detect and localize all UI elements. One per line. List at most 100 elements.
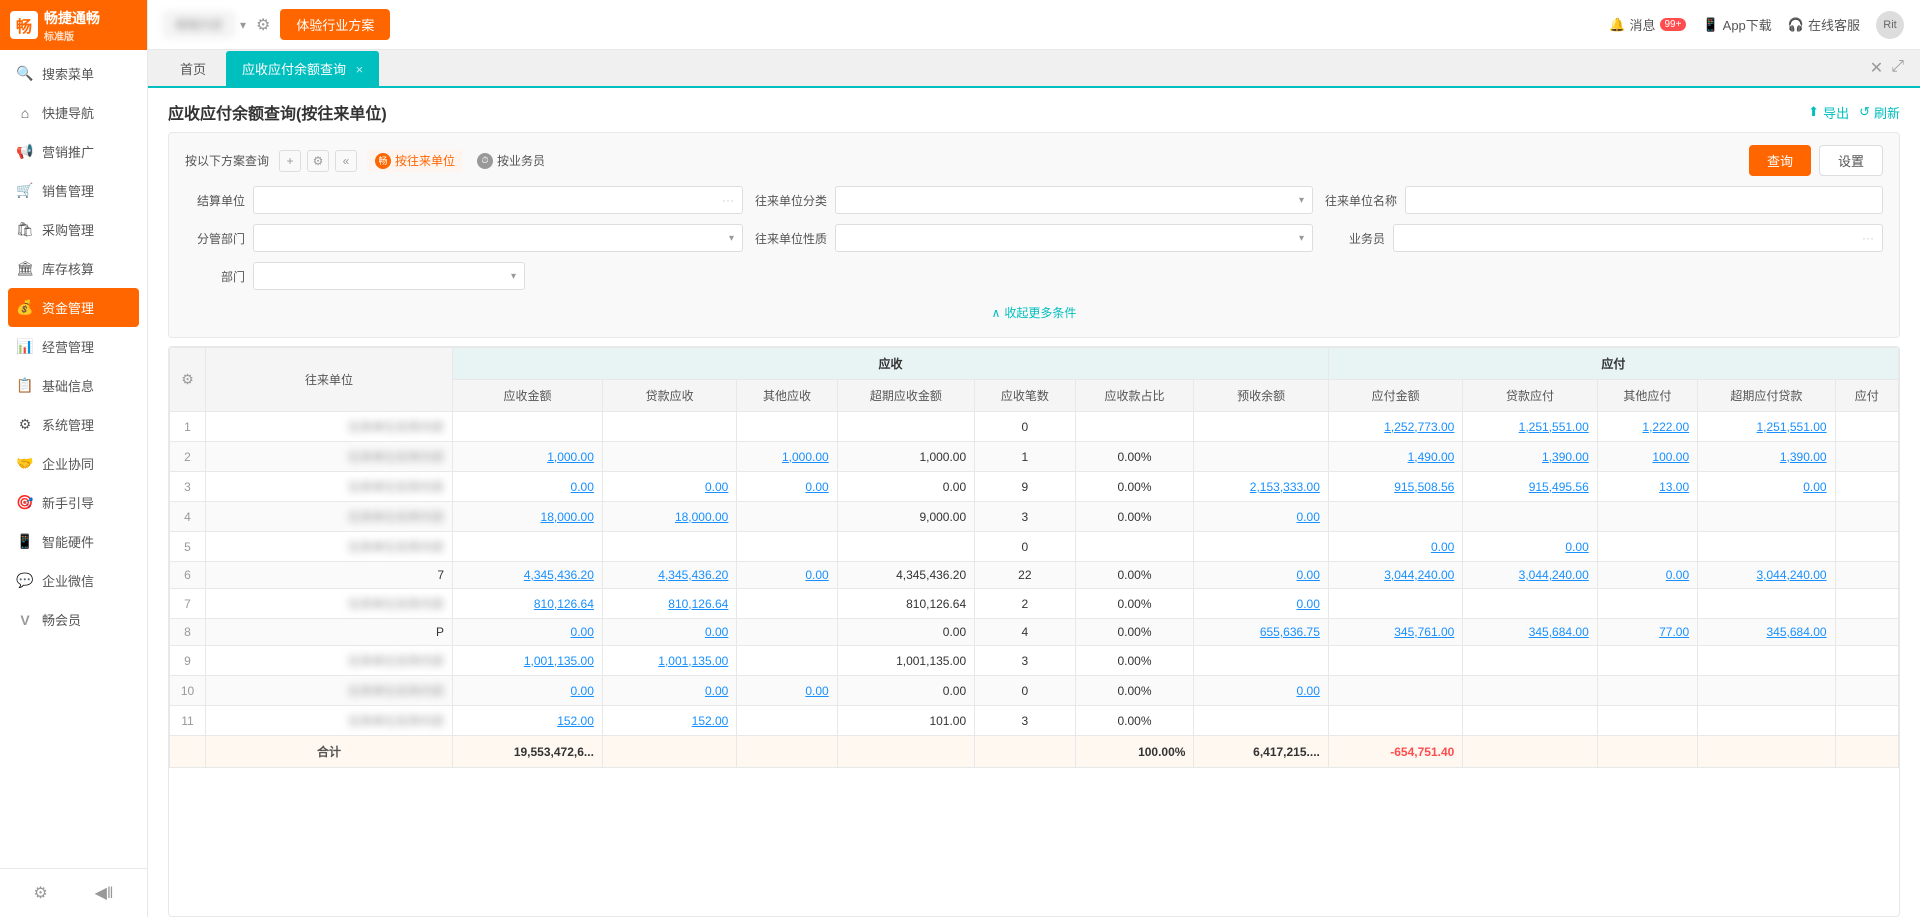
filter-add-btn[interactable]: + [279,150,301,172]
table-cell[interactable]: 0.00 [602,619,736,646]
table-cell[interactable]: 1,222.00 [1597,412,1697,442]
sidebar-collapse-btn[interactable]: ◀‖ [91,879,118,907]
table-cell[interactable]: 152.00 [453,706,603,736]
sidebar-item-member[interactable]: V 畅会员 [0,600,147,639]
export-button[interactable]: ⬆ 导出 [1808,103,1849,122]
sidebar-item-inventory[interactable]: 🏛 库存核算 [0,249,147,288]
table-cell[interactable]: 655,636.75 [1194,619,1328,646]
table-cell[interactable]: 0.00 [737,472,837,502]
table-cell[interactable]: 0.00 [1328,532,1462,562]
table-cell[interactable]: 1,001,135.00 [602,646,736,676]
footer-prepay[interactable]: 6,417,215.... [1194,736,1328,768]
table-cell[interactable]: 0.00 [1463,532,1597,562]
table-cell[interactable]: 810,126.64 [602,589,736,619]
table-cell[interactable]: 915,495.56 [1463,472,1597,502]
table-cell[interactable]: 0.00 [602,472,736,502]
table-cell[interactable]: 1,252,773.00 [1328,412,1462,442]
table-cell[interactable]: 1,390.00 [1698,442,1835,472]
table-cell[interactable]: 0.00 [737,562,837,589]
filter-collapse-btn[interactable]: « [335,150,357,172]
sidebar-item-finance[interactable]: 💰 资金管理 [8,288,139,327]
scheme-partner[interactable]: 畅 按往来单位 [367,149,463,172]
table-cell[interactable]: 810,126.64 [453,589,603,619]
sidebar-item-wechat[interactable]: 💬 企业微信 [0,561,147,600]
online-service-button[interactable]: 🎧 在线客服 [1788,15,1860,34]
filter-collapse-btn[interactable]: ∧ 收起更多条件 [185,300,1883,325]
table-cell[interactable]: 18,000.00 [453,502,603,532]
table-cell[interactable]: 1,001,135.00 [453,646,603,676]
table-cell[interactable]: 152.00 [602,706,736,736]
notice-button[interactable]: 🔔 消息 99+ [1609,15,1686,34]
table-cell[interactable]: 1,390.00 [1463,442,1597,472]
table-cell[interactable]: 3,044,240.00 [1698,562,1835,589]
tab-ar-query[interactable]: 应收应付余额查询 × [226,51,379,86]
table-cell[interactable]: 0.00 [1194,676,1328,706]
sidebar-item-search[interactable]: 🔍 搜索菜单 [0,54,147,93]
refresh-button[interactable]: ↺ 刷新 [1859,103,1900,122]
table-cell[interactable]: 345,684.00 [1463,619,1597,646]
table-cell[interactable]: 2,153,333.00 [1194,472,1328,502]
app-icon: 📱 [1702,17,1718,33]
table-cell[interactable]: 0.00 [453,472,603,502]
table-cell[interactable]: 13.00 [1597,472,1697,502]
table-cell[interactable]: 0.00 [1597,562,1697,589]
app-download-button[interactable]: 📱 App下载 [1702,15,1771,34]
table-cell[interactable]: 100.00 [1597,442,1697,472]
settlement-input[interactable]: ··· [253,186,743,214]
table-cell[interactable]: 1,251,551.00 [1698,412,1835,442]
table-cell[interactable]: 0.00 [453,619,603,646]
sidebar-item-basic[interactable]: 📋 基础信息 [0,366,147,405]
partner-nature-input[interactable]: ▾ [835,224,1313,252]
sidebar-item-sales[interactable]: 🛒 销售管理 [0,171,147,210]
table-cell[interactable]: 345,684.00 [1698,619,1835,646]
query-button[interactable]: 查询 [1749,145,1811,176]
table-cell[interactable]: 0.00 [602,676,736,706]
settings-button[interactable]: 设置 [1819,145,1883,176]
table-cell[interactable]: 0.00 [1194,502,1328,532]
table-cell[interactable]: 1,000.00 [453,442,603,472]
salesperson-input[interactable]: ··· [1393,224,1883,252]
dept-input[interactable]: ▾ [253,224,743,252]
promo-button[interactable]: 体验行业方案 [280,9,390,40]
tab-home[interactable]: 首页 [164,51,222,86]
table-cell[interactable]: 18,000.00 [602,502,736,532]
sidebar-item-newbie[interactable]: 🎯 新手引导 [0,483,147,522]
partner-category-input[interactable]: ▾ [835,186,1313,214]
table-cell[interactable]: 345,761.00 [1328,619,1462,646]
tab-close-icon[interactable]: × [356,62,364,77]
sidebar-item-enterprise[interactable]: 🤝 企业协同 [0,444,147,483]
table-settings-icon[interactable]: ⚙ [181,371,194,387]
user-menu[interactable]: Rit [1876,11,1904,39]
footer-ar-amount[interactable]: 19,553,472,6... [453,736,603,768]
dropdown-icon[interactable]: ▾ [240,18,246,32]
sidebar-item-hardware[interactable]: 📱 智能硬件 [0,522,147,561]
col-settings[interactable]: ⚙ [170,348,206,412]
sidebar-item-quick[interactable]: ⌂ 快捷导航 [0,93,147,132]
sidebar-item-marketing[interactable]: 📢 营销推广 [0,132,147,171]
table-cell[interactable]: 0.00 [737,676,837,706]
table-cell[interactable]: 0.00 [1698,472,1835,502]
table-cell[interactable]: 1,251,551.00 [1463,412,1597,442]
table-cell[interactable]: 4,345,436.20 [602,562,736,589]
table-cell[interactable]: 0.00 [1194,589,1328,619]
table-cell[interactable]: 0.00 [453,676,603,706]
department-input[interactable]: ▾ [253,262,525,290]
table-cell[interactable]: 3,044,240.00 [1463,562,1597,589]
window-expand-icon[interactable]: ⤢ [1891,58,1904,78]
table-cell[interactable]: 915,508.56 [1328,472,1462,502]
sidebar-item-operation[interactable]: 📊 经营管理 [0,327,147,366]
table-cell[interactable]: 0.00 [1194,562,1328,589]
sidebar-item-system[interactable]: ⚙ 系统管理 [0,405,147,444]
window-close-icon[interactable]: ✕ [1870,58,1883,78]
gear-icon[interactable]: ⚙ [256,15,270,35]
table-cell[interactable]: 4,345,436.20 [453,562,603,589]
sidebar-item-purchase[interactable]: 🛍 采购管理 [0,210,147,249]
filter-settings-btn[interactable]: ⚙ [307,150,329,172]
table-cell[interactable]: 77.00 [1597,619,1697,646]
table-cell[interactable]: 3,044,240.00 [1328,562,1462,589]
table-cell[interactable]: 1,490.00 [1328,442,1462,472]
table-cell[interactable]: 1,000.00 [737,442,837,472]
scheme-salesperson[interactable]: ⏱ 按业务员 [469,149,553,172]
partner-name-input[interactable] [1405,186,1883,214]
sidebar-settings-btn[interactable]: ⚙ [29,879,51,907]
